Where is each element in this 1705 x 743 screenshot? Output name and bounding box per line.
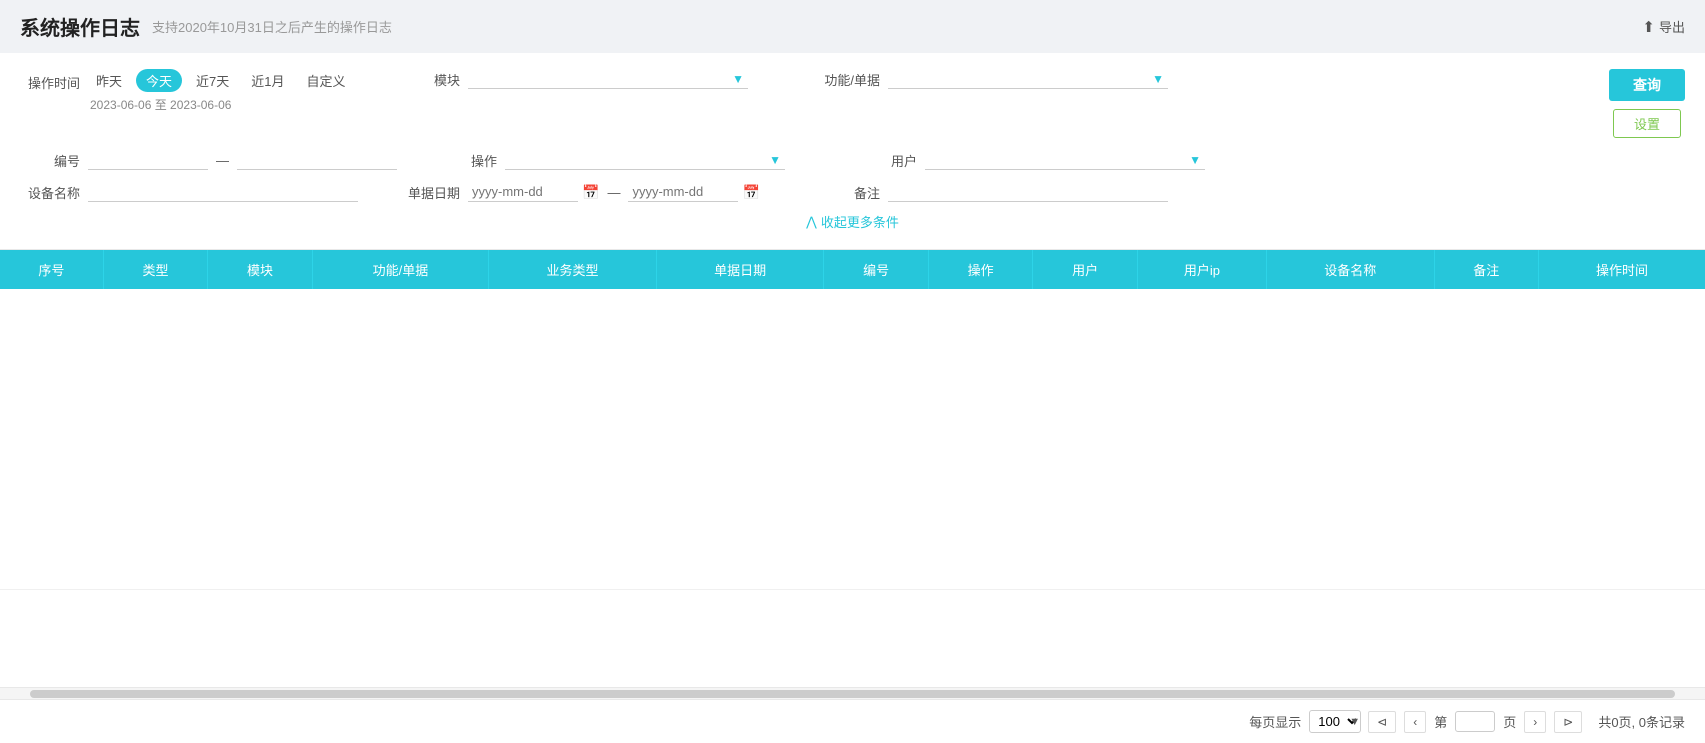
remark-input[interactable] [888, 182, 1168, 202]
table-header: 序号类型模块功能/单据业务类型单据日期编号操作用户用户ip设备名称备注操作时间 [0, 250, 1705, 289]
func-input[interactable] [888, 69, 1168, 89]
user-input[interactable] [925, 150, 1205, 170]
module-dropdown[interactable]: ▼ [468, 69, 748, 89]
collapse-button[interactable]: ⋀ 收起更多条件 [806, 212, 899, 231]
operation-dropdown[interactable]: ▼ [505, 150, 785, 170]
last-page-button[interactable]: ⊳ [1554, 711, 1582, 733]
page-label: 第 [1434, 712, 1447, 731]
col-编号: 编号 [824, 250, 928, 289]
date-range-display: 2023-06-06 至 2023-06-06 [90, 96, 354, 113]
page-number-input[interactable]: 1 [1455, 711, 1495, 732]
code-from-input[interactable] [88, 150, 208, 170]
func-dropdown[interactable]: ▼ [888, 69, 1168, 89]
page-title: 系统操作日志 [20, 12, 140, 41]
operation-input[interactable] [505, 150, 785, 170]
export-button[interactable]: ⬆ 导出 [1642, 17, 1685, 36]
col-用户ip: 用户ip [1137, 250, 1266, 289]
date-from-input[interactable] [468, 182, 578, 202]
table-body [0, 289, 1705, 589]
today-btn[interactable]: 今天 [136, 69, 182, 92]
custom-btn[interactable]: 自定义 [299, 69, 354, 92]
settings-button[interactable]: 设置 [1613, 109, 1681, 138]
query-button[interactable]: 查询 [1609, 69, 1685, 101]
calendar-from-icon[interactable]: 📅 [582, 184, 599, 201]
per-page-chevron-icon: ▼ [1349, 716, 1360, 728]
user-dropdown[interactable]: ▼ [925, 150, 1205, 170]
first-page-button[interactable]: ⊲ [1368, 711, 1396, 733]
table-area: 序号类型模块功能/单据业务类型单据日期编号操作用户用户ip设备名称备注操作时间 [0, 250, 1705, 687]
total-info: 共0页, 0条记录 [1598, 712, 1685, 731]
col-用户: 用户 [1033, 250, 1137, 289]
next-page-button[interactable]: › [1524, 711, 1546, 733]
col-设备名称: 设备名称 [1266, 250, 1434, 289]
date-dash: — [607, 185, 620, 200]
code-dash: — [216, 153, 229, 168]
horizontal-scrollbar[interactable] [0, 687, 1705, 699]
empty-row [0, 289, 1705, 589]
calendar-to-icon[interactable]: 📅 [742, 184, 759, 201]
module-input[interactable] [468, 69, 748, 89]
col-模块: 模块 [208, 250, 312, 289]
page-header: 系统操作日志 支持2020年10月31日之后产生的操作日志 ⬆ 导出 [0, 0, 1705, 53]
per-page-label: 每页显示 [1249, 712, 1301, 731]
col-备注: 备注 [1434, 250, 1538, 289]
remark-label: 备注 [820, 183, 880, 202]
table-header-row: 序号类型模块功能/单据业务类型单据日期编号操作用户用户ip设备名称备注操作时间 [0, 250, 1705, 289]
date-to-wrap: 📅 [628, 182, 759, 202]
time-filter: 昨天 今天 近7天 近1月 自定义 2023-06-06 至 2023-06-0… [88, 69, 354, 113]
col-功能/单据: 功能/单据 [312, 250, 488, 289]
page-suffix: 页 [1503, 712, 1516, 731]
action-buttons: 查询 设置 [1609, 69, 1685, 138]
page-subtitle: 支持2020年10月31日之后产生的操作日志 [152, 17, 392, 36]
user-label: 用户 [857, 151, 917, 170]
date-to-input[interactable] [628, 182, 738, 202]
col-操作时间: 操作时间 [1539, 250, 1705, 289]
col-操作: 操作 [928, 250, 1032, 289]
code-label: 编号 [20, 151, 80, 170]
prev-page-button[interactable]: ‹ [1404, 711, 1426, 733]
last7-btn[interactable]: 近7天 [188, 69, 237, 92]
voucher-date-label: 单据日期 [400, 183, 460, 202]
date-from-wrap: 📅 [468, 182, 599, 202]
operation-label: 操作 [437, 151, 497, 170]
collapse-row: ⋀ 收起更多条件 [20, 206, 1685, 239]
scrollbar-thumb [30, 690, 1675, 698]
col-单据日期: 单据日期 [656, 250, 824, 289]
filter-area: 操作时间 昨天 今天 近7天 近1月 自定义 2023-06-06 至 2023… [0, 53, 1705, 250]
pagination-area: 每页显示 100 50 200 ▼ ⊲ ‹ 第 1 页 › ⊳ 共0页, 0条记… [0, 699, 1705, 743]
collapse-icon: ⋀ [806, 214, 817, 230]
yesterday-btn[interactable]: 昨天 [88, 69, 130, 92]
col-业务类型: 业务类型 [489, 250, 657, 289]
device-label: 设备名称 [20, 183, 80, 202]
op-time-label: 操作时间 [20, 73, 80, 92]
device-input[interactable] [88, 182, 358, 202]
code-to-input[interactable] [237, 150, 397, 170]
col-类型: 类型 [103, 250, 207, 289]
last1month-btn[interactable]: 近1月 [243, 69, 292, 92]
col-序号: 序号 [0, 250, 103, 289]
export-icon: ⬆ [1642, 18, 1655, 36]
func-label: 功能/单据 [820, 70, 880, 89]
data-table: 序号类型模块功能/单据业务类型单据日期编号操作用户用户ip设备名称备注操作时间 [0, 250, 1705, 590]
module-label: 模块 [400, 70, 460, 89]
